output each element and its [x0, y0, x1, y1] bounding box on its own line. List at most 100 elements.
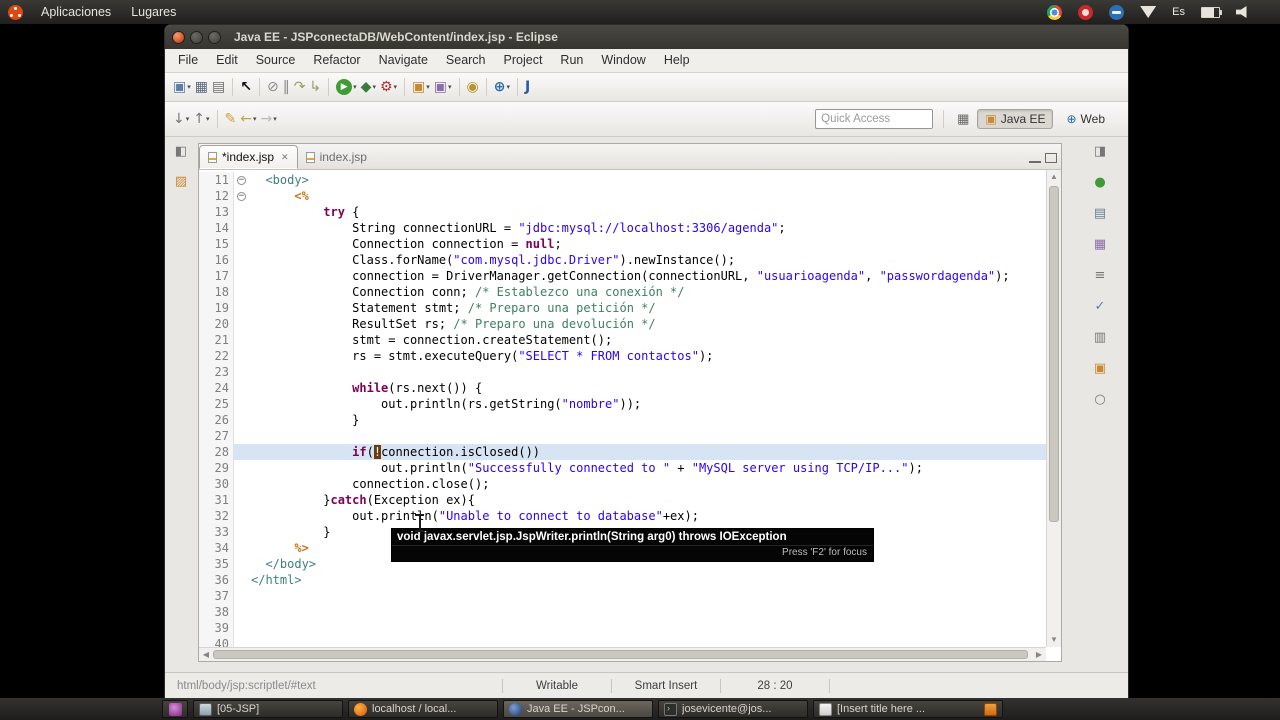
search-button[interactable]: ◉	[465, 76, 481, 98]
code-line-14[interactable]: 14 String connectionURL = "jdbc:mysql://…	[199, 220, 1046, 236]
run-button[interactable]: ▶ ▾	[334, 76, 359, 98]
new-ejb-wizard-button[interactable]: ▣ ▾	[432, 76, 454, 98]
panel-menu-lugares[interactable]: Lugares	[121, 0, 186, 24]
menu-search[interactable]: Search	[437, 49, 495, 72]
menu-navigate[interactable]: Navigate	[370, 49, 437, 72]
network-indicator[interactable]	[1140, 6, 1157, 18]
save-button[interactable]: ▦	[193, 76, 210, 98]
new-servlet-wizard-button[interactable]: ▣ ▾	[410, 76, 432, 98]
scroll-left-icon[interactable]: ◀	[199, 648, 213, 662]
servers-view-button[interactable]: ●	[1092, 172, 1107, 194]
taskbar-window-editor[interactable]: [Insert title here ...	[813, 700, 1003, 718]
vertical-scrollbar[interactable]: ▲ ▼	[1046, 170, 1061, 647]
maximize-window-button[interactable]	[208, 30, 221, 44]
skip-breakpoints-button[interactable]: ⊘	[265, 76, 281, 98]
properties-view-button[interactable]: ▥	[1092, 327, 1108, 349]
fold-collapse-icon[interactable]: −	[234, 172, 249, 188]
volume-indicator[interactable]	[1236, 6, 1247, 18]
perspective-web[interactable]: ⊕ Web	[1059, 110, 1112, 128]
code-line-32[interactable]: 32 out.println("Unable to connect to dat…	[199, 508, 1046, 524]
code-line-27[interactable]: 27	[199, 428, 1046, 444]
code-line-36[interactable]: 36 </html>	[199, 572, 1046, 588]
external-tools-button[interactable]: ⚙ ▾	[378, 76, 399, 98]
scroll-up-icon[interactable]: ▲	[1047, 170, 1061, 184]
console-view-button[interactable]: ▣	[1092, 358, 1108, 380]
code-line-15[interactable]: 15 Connection connection = null;	[199, 236, 1046, 252]
minimize-editor-icon[interactable]	[1029, 153, 1041, 163]
minimize-window-button[interactable]	[190, 30, 203, 44]
previous-annotation-button[interactable]: ↑ ▾	[191, 108, 211, 130]
code-line-18[interactable]: 18 Connection conn; /* Establezco una co…	[199, 284, 1046, 300]
close-tab-icon[interactable]: ✕	[281, 152, 289, 163]
taskbar-window-browser[interactable]: localhost / local...	[348, 700, 498, 718]
code-line-13[interactable]: 13 try {	[199, 204, 1046, 220]
last-edit-location-button[interactable]: ✎	[223, 108, 239, 130]
scroll-down-icon[interactable]: ▼	[1047, 633, 1061, 647]
code-line-37[interactable]: 37	[199, 588, 1046, 604]
outline-view-button[interactable]: ≡	[1093, 265, 1108, 287]
select-tool-button[interactable]: ↖	[238, 76, 254, 98]
restore-right-panel-button[interactable]: ◨	[1092, 141, 1108, 163]
forward-button[interactable]: → ▾	[258, 108, 278, 130]
quick-access-input[interactable]	[815, 109, 934, 129]
code-line-30[interactable]: 30 connection.close();	[199, 476, 1046, 492]
suspend-button[interactable]: ‖	[281, 76, 292, 98]
snippets-view-button[interactable]: ▦	[1092, 234, 1108, 256]
tab-index-jsp[interactable]: index.jsp	[298, 145, 375, 169]
new-wizard-button[interactable]: ▣ ▾	[171, 76, 193, 98]
taskbar-window-terminal[interactable]: josevicente@jos...	[658, 700, 808, 718]
maximize-editor-icon[interactable]	[1045, 153, 1057, 163]
datasource-view-button[interactable]: ▤	[1092, 203, 1108, 225]
step-over-button[interactable]: ↷	[292, 76, 308, 98]
horizontal-scrollbar[interactable]: ◀ ▶	[199, 647, 1046, 661]
ubuntu-logo-icon[interactable]	[8, 4, 23, 20]
code-line-25[interactable]: 25 out.println(rs.getString("nombre"));	[199, 396, 1046, 412]
code-line-12[interactable]: 12− <%	[199, 188, 1046, 204]
debug-button[interactable]: ◆ ▾	[359, 76, 378, 98]
code-line-17[interactable]: 17 connection = DriverManager.getConnect…	[199, 268, 1046, 284]
code-line-11[interactable]: 11− <body>	[199, 172, 1046, 188]
code-line-40[interactable]: 40	[199, 636, 1046, 647]
title-bar[interactable]: Java EE - JSPconectaDB/WebContent/index.…	[165, 25, 1128, 49]
chrome-indicator[interactable]	[1047, 4, 1063, 20]
app-indicator[interactable]	[1109, 4, 1125, 20]
taskbar-window-eclipse[interactable]: Java EE - JSPcon...	[503, 700, 653, 718]
open-project-explorer-button[interactable]: ▨	[173, 171, 189, 193]
code-area[interactable]: 11− <body> 12− <% 13 try {14 String connec…	[199, 170, 1046, 647]
code-line-16[interactable]: 16 Class.forName("com.mysql.jdbc.Driver"…	[199, 252, 1046, 268]
menu-source[interactable]: Source	[247, 49, 305, 72]
code-line-22[interactable]: 22 rs = stmt.executeQuery("SELECT * FROM…	[199, 348, 1046, 364]
code-line-29[interactable]: 29 out.println("Successfully connected t…	[199, 460, 1046, 476]
keyboard-layout-indicator[interactable]: Es	[1172, 6, 1185, 18]
taskbar-window-files[interactable]: [05-JSP]	[193, 700, 343, 718]
menu-run[interactable]: Run	[551, 49, 592, 72]
code-line-24[interactable]: 24 while(rs.next()) {	[199, 380, 1046, 396]
tasks-view-button[interactable]: ✓	[1093, 296, 1108, 318]
next-annotation-button[interactable]: ↓ ▾	[171, 108, 191, 130]
scroll-right-icon[interactable]: ▶	[1032, 648, 1046, 662]
print-button[interactable]: ▤	[210, 76, 227, 98]
code-line-23[interactable]: 23	[199, 364, 1046, 380]
menu-help[interactable]: Help	[655, 49, 699, 72]
web-browser-button[interactable]: ⊕ ▾	[492, 76, 512, 98]
perspective-java-ee[interactable]: ▣ Java EE	[977, 109, 1054, 129]
code-line-31[interactable]: 31 }catch(Exception ex){	[199, 492, 1046, 508]
code-line-20[interactable]: 20 ResultSet rs; /* Preparo una devoluci…	[199, 316, 1046, 332]
menu-edit[interactable]: Edit	[207, 49, 247, 72]
tab-index-jsp-modified[interactable]: *index.jsp ✕	[199, 145, 298, 169]
menu-window[interactable]: Window	[592, 49, 654, 72]
back-button[interactable]: ← ▾	[238, 108, 258, 130]
step-return-button[interactable]: ↳	[307, 76, 323, 98]
close-window-button[interactable]	[172, 30, 185, 44]
code-line-19[interactable]: 19 Statement stmt; /* Preparo una petici…	[199, 300, 1046, 316]
menu-refactor[interactable]: Refactor	[304, 49, 369, 72]
screen-record-indicator[interactable]	[1078, 4, 1094, 20]
java-ee-wizard-button[interactable]: J	[523, 76, 532, 98]
history-view-button[interactable]: ○	[1092, 389, 1107, 411]
menu-file[interactable]: File	[169, 49, 207, 72]
menu-project[interactable]: Project	[495, 49, 552, 72]
battery-indicator[interactable]	[1201, 6, 1222, 18]
restore-left-panel-button[interactable]: ◧	[173, 141, 189, 163]
code-line-39[interactable]: 39	[199, 620, 1046, 636]
open-perspective-button[interactable]: ▦	[957, 111, 969, 127]
